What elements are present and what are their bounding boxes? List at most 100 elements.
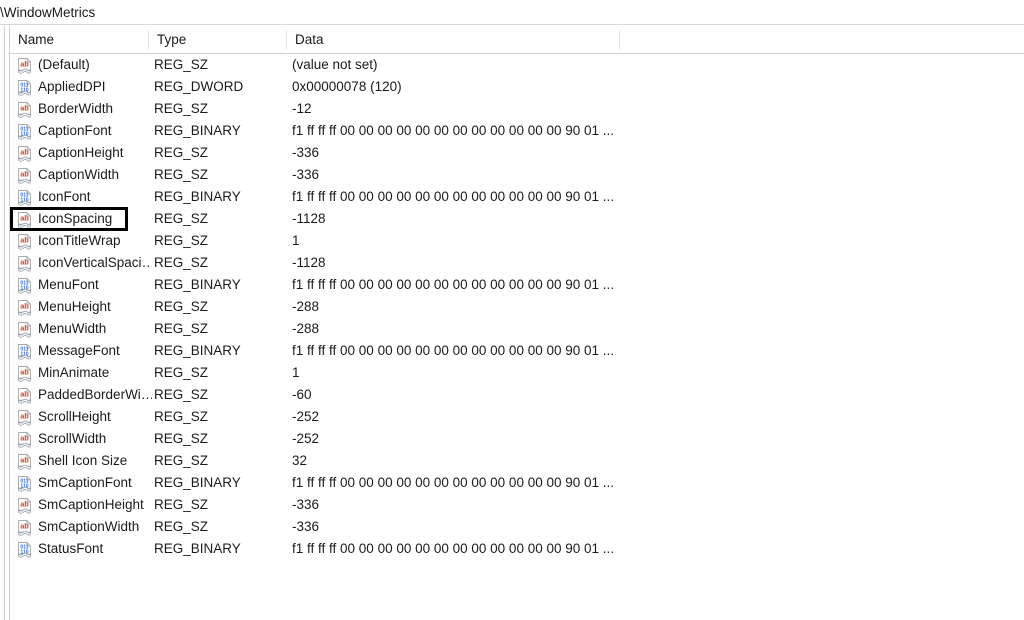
table-row[interactable]: 011 110 IconFont REG_BINARY f1 ff ff ff 00 0… [10, 186, 1024, 208]
cell-value-name[interactable]: 011 110 CaptionFont [12, 120, 152, 142]
cell-value-name[interactable]: ab MenuHeight [12, 296, 152, 318]
svg-text:ab: ab [20, 170, 29, 179]
table-row[interactable]: 011 110 MessageFont REG_BINARY f1 ff ff ff 0… [10, 340, 1024, 362]
table-row[interactable]: ab CaptionWidth REG_SZ -336 [10, 164, 1024, 186]
registry-path-text: \WindowMetrics [0, 5, 96, 20]
cell-value-name[interactable]: 011 110 MenuFont [12, 274, 152, 296]
splitter-line-left [4, 26, 5, 620]
table-row[interactable]: ab Shell Icon Size REG_SZ 32 [10, 450, 1024, 472]
table-row[interactable]: ab ScrollWidth REG_SZ -252 [10, 428, 1024, 450]
cell-value-data: -288 [292, 299, 320, 314]
svg-text:ab: ab [20, 412, 29, 421]
cell-value-name[interactable]: ab MinAnimate [12, 362, 152, 384]
column-header-data[interactable]: Data [287, 26, 619, 53]
cell-value-name[interactable]: ab BorderWidth [12, 98, 152, 120]
string-value-icon: ab [16, 233, 33, 250]
value-name-label: BorderWidth [38, 101, 114, 116]
cell-value-type: REG_BINARY [154, 343, 241, 358]
cell-value-name[interactable]: 011 110 MessageFont [12, 340, 152, 362]
table-row[interactable]: ab IconVerticalSpaci… REG_SZ -1128 [10, 252, 1024, 274]
column-header-type[interactable]: Type [149, 26, 286, 53]
value-name-label: (Default) [38, 57, 90, 72]
cell-value-type: REG_SZ [154, 145, 209, 160]
value-name-label: SmCaptionHeight [38, 497, 144, 512]
table-row[interactable]: ab MenuHeight REG_SZ -288 [10, 296, 1024, 318]
value-name-label: MinAnimate [38, 365, 110, 380]
cell-value-name[interactable]: ab IconSpacing [12, 208, 152, 230]
table-row[interactable]: ab ScrollHeight REG_SZ -252 [10, 406, 1024, 428]
cell-value-name[interactable]: ab ScrollWidth [12, 428, 152, 450]
cell-value-type: REG_BINARY [154, 475, 241, 490]
value-name-label: CaptionHeight [38, 145, 124, 160]
cell-value-name[interactable]: 011 110 StatusFont [12, 538, 152, 560]
table-row[interactable]: 011 110 StatusFont REG_BINARY f1 ff ff ff 00… [10, 538, 1024, 560]
cell-value-data: f1 ff ff ff 00 00 00 00 00 00 00 00 00 0… [292, 541, 615, 556]
value-name-label: Shell Icon Size [38, 453, 128, 468]
table-row[interactable]: 011 110 CaptionFont REG_BINARY f1 ff ff ff 0… [10, 120, 1024, 142]
cell-value-data: -252 [292, 409, 320, 424]
cell-value-name[interactable]: ab PaddedBorderWi… [12, 384, 152, 406]
table-row[interactable]: ab IconTitleWrap REG_SZ 1 [10, 230, 1024, 252]
cell-value-type: REG_SZ [154, 101, 209, 116]
table-row[interactable]: ab PaddedBorderWi… REG_SZ -60 [10, 384, 1024, 406]
address-bar[interactable]: \WindowMetrics [0, 0, 1024, 25]
cell-value-type: REG_SZ [154, 365, 209, 380]
cell-value-type: REG_SZ [154, 233, 209, 248]
binary-value-icon: 011 110 [16, 541, 33, 558]
table-row[interactable]: 011 110 SmCaptionFont REG_BINARY f1 ff ff ff… [10, 472, 1024, 494]
value-name-label: IconFont [38, 189, 91, 204]
binary-value-icon: 011 110 [16, 123, 33, 140]
cell-value-data: (value not set) [292, 57, 378, 72]
column-header-name[interactable]: Name [10, 26, 148, 53]
value-name-label: MenuFont [38, 277, 99, 292]
cell-value-name[interactable]: ab CaptionHeight [12, 142, 152, 164]
cell-value-data: 32 [292, 453, 308, 468]
value-name-label: ScrollHeight [38, 409, 111, 424]
string-value-icon: ab [16, 365, 33, 382]
table-row[interactable]: ab MenuWidth REG_SZ -288 [10, 318, 1024, 340]
table-row[interactable]: ab SmCaptionHeight REG_SZ -336 [10, 494, 1024, 516]
table-row[interactable]: ab MinAnimate REG_SZ 1 [10, 362, 1024, 384]
string-value-icon: ab [16, 145, 33, 162]
list-body: ab (Default) REG_SZ (value not set) 011 110 Ap… [10, 54, 1024, 620]
cell-value-type: REG_SZ [154, 299, 209, 314]
table-row[interactable]: ab (Default) REG_SZ (value not set) [10, 54, 1024, 76]
cell-value-name[interactable]: ab CaptionWidth [12, 164, 152, 186]
cell-value-type: REG_SZ [154, 519, 209, 534]
cell-value-type: REG_BINARY [154, 277, 241, 292]
cell-value-type: REG_SZ [154, 255, 209, 270]
cell-value-name[interactable]: ab ScrollHeight [12, 406, 152, 428]
cell-value-name[interactable]: ab IconTitleWrap [12, 230, 152, 252]
table-row[interactable]: ab BorderWidth REG_SZ -12 [10, 98, 1024, 120]
column-divider-3[interactable] [619, 30, 620, 49]
cell-value-type: REG_DWORD [154, 79, 244, 94]
cell-value-name[interactable]: 011 110 SmCaptionFont [12, 472, 152, 494]
cell-value-type: REG_SZ [154, 211, 209, 226]
table-row[interactable]: 011 110 MenuFont REG_BINARY f1 ff ff ff 00 0… [10, 274, 1024, 296]
cell-value-name[interactable]: ab IconVerticalSpaci… [12, 252, 152, 274]
cell-value-type: REG_BINARY [154, 189, 241, 204]
cell-value-type: REG_SZ [154, 497, 209, 512]
svg-text:ab: ab [20, 390, 29, 399]
registry-values-list: Name Type Data ab (Default) REG_SZ (value n… [10, 26, 1024, 620]
cell-value-data: f1 ff ff ff 00 00 00 00 00 00 00 00 00 0… [292, 343, 615, 358]
cell-value-name[interactable]: ab SmCaptionWidth [12, 516, 152, 538]
string-value-icon: ab [16, 299, 33, 316]
cell-value-data: -336 [292, 519, 320, 534]
svg-text:ab: ab [20, 60, 29, 69]
cell-value-name[interactable]: 011 110 AppliedDPI [12, 76, 152, 98]
table-row[interactable]: 011 110 AppliedDPI REG_DWORD 0x00000078 (120… [10, 76, 1024, 98]
table-row[interactable]: ab SmCaptionWidth REG_SZ -336 [10, 516, 1024, 538]
table-row[interactable]: ab CaptionHeight REG_SZ -336 [10, 142, 1024, 164]
cell-value-data: 1 [292, 365, 300, 380]
binary-value-icon: 011 110 [16, 277, 33, 294]
table-row[interactable]: ab IconSpacing REG_SZ -1128 [10, 207, 1024, 231]
value-name-label: MenuWidth [38, 321, 107, 336]
cell-value-name[interactable]: ab SmCaptionHeight [12, 494, 152, 516]
cell-value-type: REG_SZ [154, 57, 209, 72]
cell-value-name[interactable]: ab Shell Icon Size [12, 450, 152, 472]
cell-value-name[interactable]: ab (Default) [12, 54, 152, 76]
cell-value-name[interactable]: 011 110 IconFont [12, 186, 152, 208]
cell-value-name[interactable]: ab MenuWidth [12, 318, 152, 340]
value-name-label: PaddedBorderWi… [38, 387, 152, 402]
